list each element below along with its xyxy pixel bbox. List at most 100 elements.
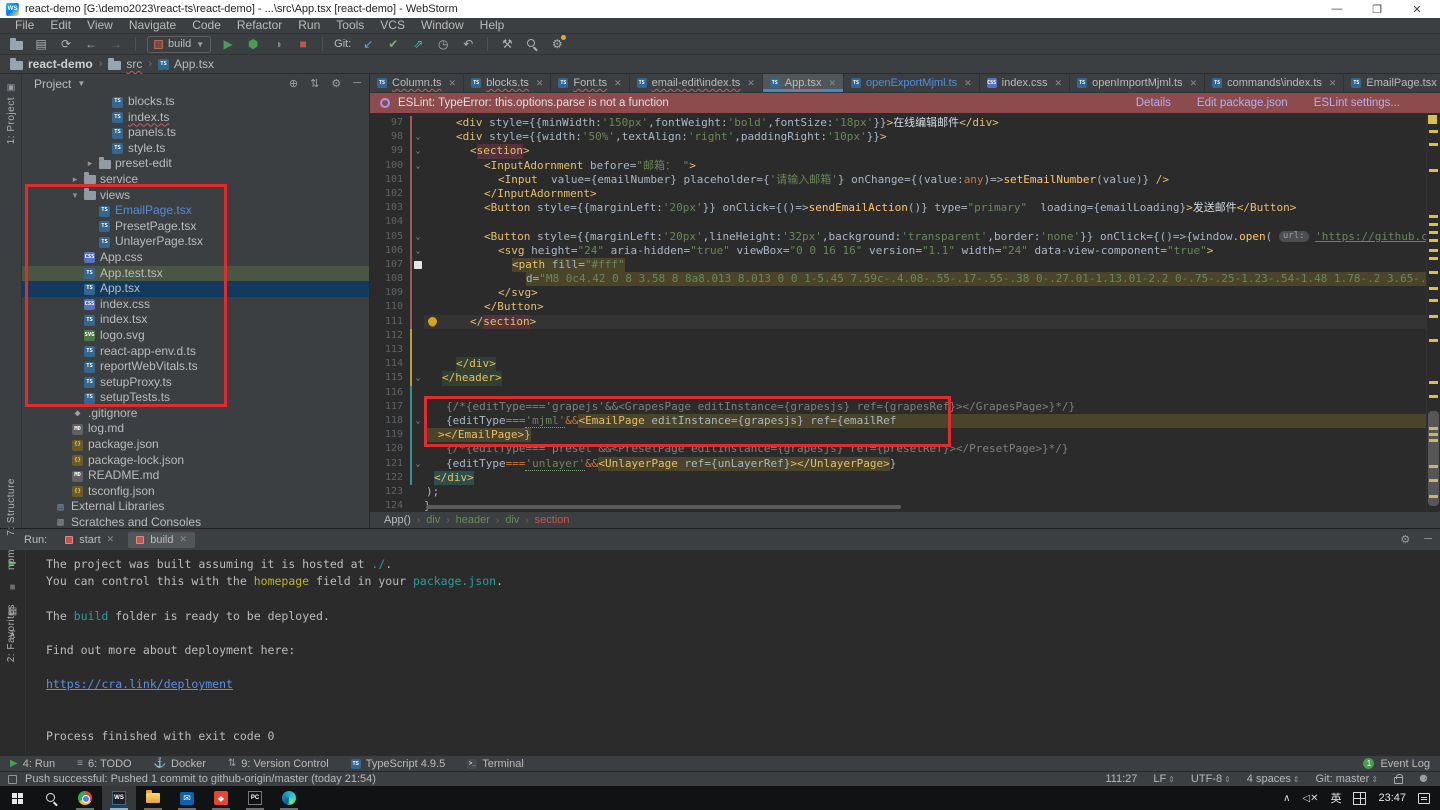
tree-item-style-ts[interactable]: TS style.ts bbox=[22, 141, 369, 157]
code-line-101[interactable]: 101 <Input value ={emailNumber} placeholde… bbox=[370, 172, 1440, 187]
tree-item-index-css[interactable]: CSS index.css bbox=[22, 297, 369, 313]
close-icon[interactable]: ✕ bbox=[1055, 78, 1063, 89]
code-editor[interactable]: 97 <div style ={{minWidth: '150px', fontWeig… bbox=[370, 113, 1440, 511]
tree-item-gitignore[interactable]: ◆ .gitignore bbox=[22, 406, 369, 422]
code-line-102[interactable]: 102 </InputAdornment> bbox=[370, 186, 1440, 202]
breadcrumb-section[interactable]: section bbox=[535, 514, 570, 526]
menu-code[interactable]: Code bbox=[185, 18, 228, 33]
code-line-108[interactable]: 108 d = "M8 0c4.42 0 8 3.58 8 8a8.013 8.013… bbox=[370, 272, 1440, 287]
volume-muted-icon[interactable]: ◁✕ bbox=[1302, 793, 1318, 804]
indent-widget[interactable]: 4 spaces ⇕ bbox=[1247, 773, 1300, 785]
code-line-117[interactable]: 117 {/*{editType==='grapejs'&&<GrapesPage… bbox=[370, 399, 1440, 414]
vertical-scrollbar-thumb[interactable] bbox=[1428, 411, 1439, 506]
tree-item-tsconfig-json[interactable]: {} tsconfig.json bbox=[22, 484, 369, 500]
tab-emailpage-tsx[interactable]: TSEmailPage.tsx✕ bbox=[1344, 74, 1440, 92]
git-commit-icon[interactable]: ✔ bbox=[385, 36, 401, 52]
tree-item-service[interactable]: ▸ service bbox=[22, 172, 369, 188]
warning-stripe-mark[interactable] bbox=[1429, 271, 1438, 274]
close-button[interactable]: ✕ bbox=[1410, 3, 1424, 16]
menu-tools[interactable]: Tools bbox=[329, 18, 371, 33]
tab-openexportmjml-ts[interactable]: TS openExportMjml.ts ✕ bbox=[844, 74, 980, 92]
menu-file[interactable]: File bbox=[8, 18, 41, 33]
breadcrumb-header[interactable]: header bbox=[456, 514, 490, 526]
tool-button-2-favorites[interactable]: 2: Favorites bbox=[0, 604, 22, 662]
menu-view[interactable]: View bbox=[80, 18, 120, 33]
run-tab-start[interactable]: start ✕ bbox=[57, 532, 122, 548]
horizontal-scrollbar[interactable] bbox=[426, 505, 901, 509]
run-config-selector[interactable]: build ▼ bbox=[147, 35, 212, 53]
open-folder-icon[interactable] bbox=[8, 36, 24, 52]
tab-openimportmjml-ts[interactable]: TS openImportMjml.ts ✕ bbox=[1070, 74, 1206, 92]
forward-icon[interactable]: → bbox=[108, 36, 124, 52]
close-icon[interactable]: ✕ bbox=[179, 534, 187, 545]
code-line-106[interactable]: 106 ⌄ <svg height = "24" aria-hidden = "true" … bbox=[370, 243, 1440, 258]
close-icon[interactable]: ✕ bbox=[964, 78, 972, 89]
toolwindow-typescript-4-9-5[interactable]: TS TypeScript 4.9.5 bbox=[350, 758, 445, 770]
close-icon[interactable]: ✕ bbox=[614, 78, 622, 89]
tree-item-app-css[interactable]: CSS App.css bbox=[22, 250, 369, 266]
tree-item-app-tsx[interactable]: TS App.tsx bbox=[22, 281, 369, 297]
tab-email-edit-index-ts[interactable]: TS email-edit\index.ts ✕ bbox=[630, 74, 763, 92]
taskbar-explorer[interactable] bbox=[136, 786, 170, 810]
warning-stripe-mark[interactable] bbox=[1429, 130, 1438, 133]
breadcrumb-src[interactable]: src bbox=[108, 57, 142, 71]
ide-internal-errors-icon[interactable]: ⚈ bbox=[1419, 774, 1428, 785]
chevron-right-icon[interactable]: ▸ bbox=[85, 156, 95, 172]
stop-button[interactable]: ■ bbox=[295, 36, 311, 52]
code-line-99[interactable]: 99 ⌄ < section > bbox=[370, 144, 1440, 159]
code-line-111[interactable]: 111 </section > bbox=[370, 314, 1440, 329]
tab-commands-index-ts[interactable]: TS commands\index.ts ✕ bbox=[1205, 74, 1345, 92]
code-line-105[interactable]: 105 ⌄ <Button style ={{marginLeft: '20px', li… bbox=[370, 229, 1440, 244]
code-line-123[interactable]: 123); bbox=[370, 485, 1440, 499]
code-line-104[interactable]: 104 bbox=[370, 215, 1440, 230]
close-icon[interactable]: ✕ bbox=[449, 78, 457, 89]
tree-item-setuptests-ts[interactable]: TS setupTests.ts bbox=[22, 390, 369, 406]
code-line-119[interactable]: 119 > </EmailPage>} bbox=[370, 428, 1440, 443]
tree-item-package-lock-json[interactable]: {} package-lock.json bbox=[22, 453, 369, 469]
tool-button-npm[interactable]: npm bbox=[0, 549, 22, 570]
warning-stripe-mark[interactable] bbox=[1429, 249, 1438, 252]
inspection-status-icon[interactable] bbox=[1428, 115, 1437, 124]
tab-blocks-ts[interactable]: TS blocks.ts ✕ bbox=[464, 74, 552, 92]
close-icon[interactable]: ✕ bbox=[1329, 78, 1337, 89]
warning-stripe-mark[interactable] bbox=[1429, 239, 1438, 242]
tree-item-package-json[interactable]: {} package.json bbox=[22, 437, 369, 453]
warning-stripe-mark[interactable] bbox=[1429, 257, 1438, 260]
code-line-103[interactable]: 103 <Button style ={{marginLeft: '20px'}} o… bbox=[370, 201, 1440, 216]
history-icon[interactable]: ◷ bbox=[435, 36, 451, 52]
wrench-icon[interactable]: ⚒ bbox=[499, 36, 515, 52]
lock-icon[interactable] bbox=[1394, 774, 1404, 784]
hide-panel-icon[interactable]: ─ bbox=[353, 77, 361, 90]
menu-run[interactable]: Run bbox=[291, 18, 327, 33]
tree-item-scratches-and-consoles[interactable]: ▧ Scratches and Consoles bbox=[22, 515, 369, 528]
code-line-118[interactable]: 118 ⌄{editType ==='mjml' && <EmailPage editI… bbox=[370, 413, 1440, 429]
warning-stripe-mark[interactable] bbox=[1429, 223, 1438, 226]
rollback-icon[interactable]: ↶ bbox=[460, 36, 476, 52]
tab-column-ts[interactable]: TS Column.ts ✕ bbox=[370, 74, 465, 92]
settings-sync-icon[interactable]: ⚙ bbox=[549, 35, 567, 52]
menu-refactor[interactable]: Refactor bbox=[230, 18, 289, 33]
tree-item-views[interactable]: ▾ views bbox=[22, 188, 369, 204]
banner-action-details[interactable]: Details bbox=[1136, 97, 1171, 109]
event-log-button[interactable]: Event Log bbox=[1380, 758, 1430, 770]
sync-icon[interactable]: ⟳ bbox=[58, 36, 74, 52]
menu-window[interactable]: Window bbox=[414, 18, 471, 33]
toolwindow-6-todo[interactable]: ≡ 6: TODO bbox=[77, 758, 131, 770]
warning-stripe-mark[interactable] bbox=[1429, 315, 1438, 318]
taskbar-pc-app[interactable]: PC bbox=[238, 786, 272, 810]
run-console[interactable]: The project was built assuming it is hos… bbox=[26, 550, 1440, 755]
start-button[interactable] bbox=[0, 786, 34, 810]
git-push-icon[interactable]: ⇗ bbox=[410, 36, 426, 52]
toolwindow-4-run[interactable]: ▶ 4: Run bbox=[10, 758, 55, 770]
code-line-109[interactable]: 109 </svg> bbox=[370, 286, 1440, 301]
taskbar-edge[interactable] bbox=[272, 786, 306, 810]
warning-stripe-mark[interactable] bbox=[1429, 299, 1438, 302]
code-line-122[interactable]: 122 </div> bbox=[370, 470, 1440, 485]
menu-help[interactable]: Help bbox=[473, 18, 512, 33]
code-line-97[interactable]: 97 <div style ={{minWidth: '150px', fontWeig… bbox=[370, 116, 1440, 131]
code-line-114[interactable]: 114 </div> bbox=[370, 357, 1440, 372]
ime-grid-icon[interactable] bbox=[1353, 791, 1367, 805]
warning-stripe-mark[interactable] bbox=[1429, 395, 1438, 398]
debug-button[interactable]: ⬢ bbox=[245, 36, 261, 52]
close-icon[interactable]: ✕ bbox=[536, 78, 544, 89]
